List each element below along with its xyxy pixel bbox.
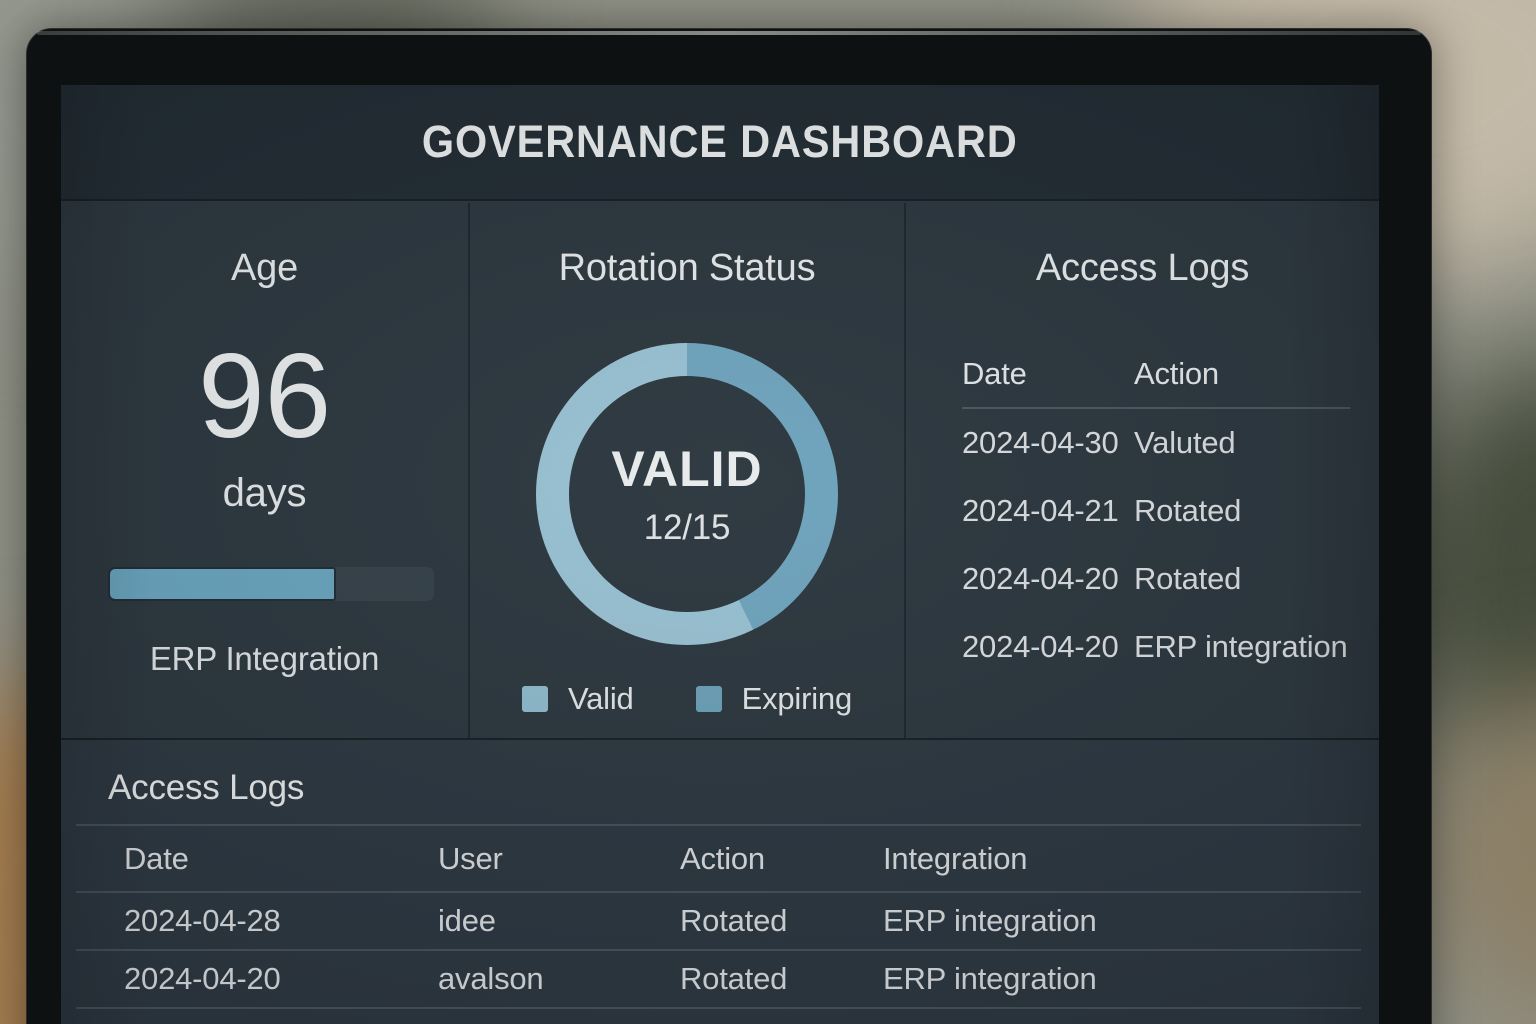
table-header-row: Date User Action Integration: [76, 826, 1361, 893]
table-header-cell: Date: [962, 356, 1027, 391]
table-cell: Rotated: [680, 961, 788, 996]
rotation-legend: Valid Expiring: [470, 681, 904, 717]
table-cell: Rotated: [1134, 493, 1242, 528]
panels-row: Age 96 days ERP Integration Rotation Sta…: [61, 203, 1379, 740]
table-cell: idee: [438, 903, 496, 938]
rotation-status-panel: Rotation Status VALID 12/15 Valid Expiri…: [468, 203, 906, 740]
table-row: 2024-04-20 avalson Rotated ERP integration: [76, 951, 1361, 1009]
table-cell: 2024-04-20: [124, 961, 281, 996]
table-header-cell: Action: [1134, 356, 1219, 391]
table-cell: 2024-04-21: [962, 493, 1119, 528]
legend-expiring-label: Expiring: [741, 681, 853, 716]
rotation-ratio-value: 12/15: [643, 508, 731, 547]
access-logs-section: Access Logs Date User Action Integration 202…: [61, 738, 1379, 1024]
valid-color-swatch: [521, 686, 548, 712]
rotation-donut-ring: VALID 12/15: [536, 343, 838, 645]
access-panel-title: Access Logs: [1035, 247, 1250, 289]
table-cell: Rotated: [680, 903, 788, 938]
table-row: 2024-04-30 Valuted: [962, 409, 1350, 477]
table-header-row: Date Action: [962, 353, 1350, 409]
age-progress-fill: [108, 567, 337, 601]
bokeh-blob: [1420, 690, 1536, 1020]
page-title: GOVERNANCE DASHBOARD: [422, 116, 1018, 167]
table-row: 2024-04-28 idee Rotated ERP integration: [76, 893, 1361, 951]
table-cell: Rotated: [1134, 561, 1242, 596]
laptop-bezel: GOVERNANCE DASHBOARD Age 96 days ERP Int…: [26, 28, 1432, 1024]
table-cell: 2024-04-20: [962, 629, 1119, 664]
table-cell: ERP integration: [1134, 629, 1348, 664]
table-row: 2024-04-21 Rotated: [962, 477, 1350, 545]
legend-item-expiring: Expiring: [695, 681, 853, 717]
rotation-panel-title: Rotation Status: [558, 247, 816, 289]
table-header-cell: User: [438, 840, 503, 876]
table-cell: 2024-04-28: [124, 903, 281, 938]
age-integration-label: ERP Integration: [149, 640, 380, 677]
expiring-color-swatch: [695, 686, 722, 712]
table-cell: Valuted: [1134, 425, 1236, 460]
rotation-donut-center: VALID 12/15: [569, 376, 805, 612]
blurred-photo-background: GOVERNANCE DASHBOARD Age 96 days ERP Int…: [0, 0, 1536, 1024]
table-cell: 2024-04-30: [962, 425, 1119, 460]
age-progress-track: [108, 567, 434, 601]
access-logs-panel: Access Logs Date Action 2024-04-30 Valuted 2…: [906, 203, 1379, 740]
age-unit: days: [222, 471, 307, 515]
table-cell: 2024-04-20: [962, 561, 1119, 596]
table-header-cell: Integration: [883, 840, 1028, 876]
rotation-status-value: VALID: [611, 441, 763, 497]
table-header-cell: Action: [680, 840, 765, 876]
legend-item-valid: Valid: [521, 681, 634, 717]
age-value: 96: [197, 329, 332, 463]
table-cell: ERP integration: [883, 903, 1097, 938]
dashboard-header: GOVERNANCE DASHBOARD: [61, 85, 1379, 201]
table-header-cell: Date: [124, 840, 189, 876]
age-panel-title: Age: [230, 247, 298, 289]
age-panel: Age 96 days ERP Integration: [61, 203, 468, 740]
access-logs-table: Date User Action Integration 2024-04-28 idee R…: [76, 824, 1361, 1009]
table-row: 2024-04-20 ERP integration: [962, 613, 1350, 681]
access-logs-section-title: Access Logs: [108, 768, 305, 807]
table-cell: avalson: [438, 961, 544, 996]
table-cell: ERP integration: [883, 961, 1097, 996]
dashboard-screen: GOVERNANCE DASHBOARD Age 96 days ERP Int…: [61, 85, 1379, 1024]
access-logs-summary-table: Date Action 2024-04-30 Valuted 2024-04-21 Rot…: [962, 353, 1350, 681]
legend-valid-label: Valid: [567, 681, 634, 716]
table-row: 2024-04-20 Rotated: [962, 545, 1350, 613]
